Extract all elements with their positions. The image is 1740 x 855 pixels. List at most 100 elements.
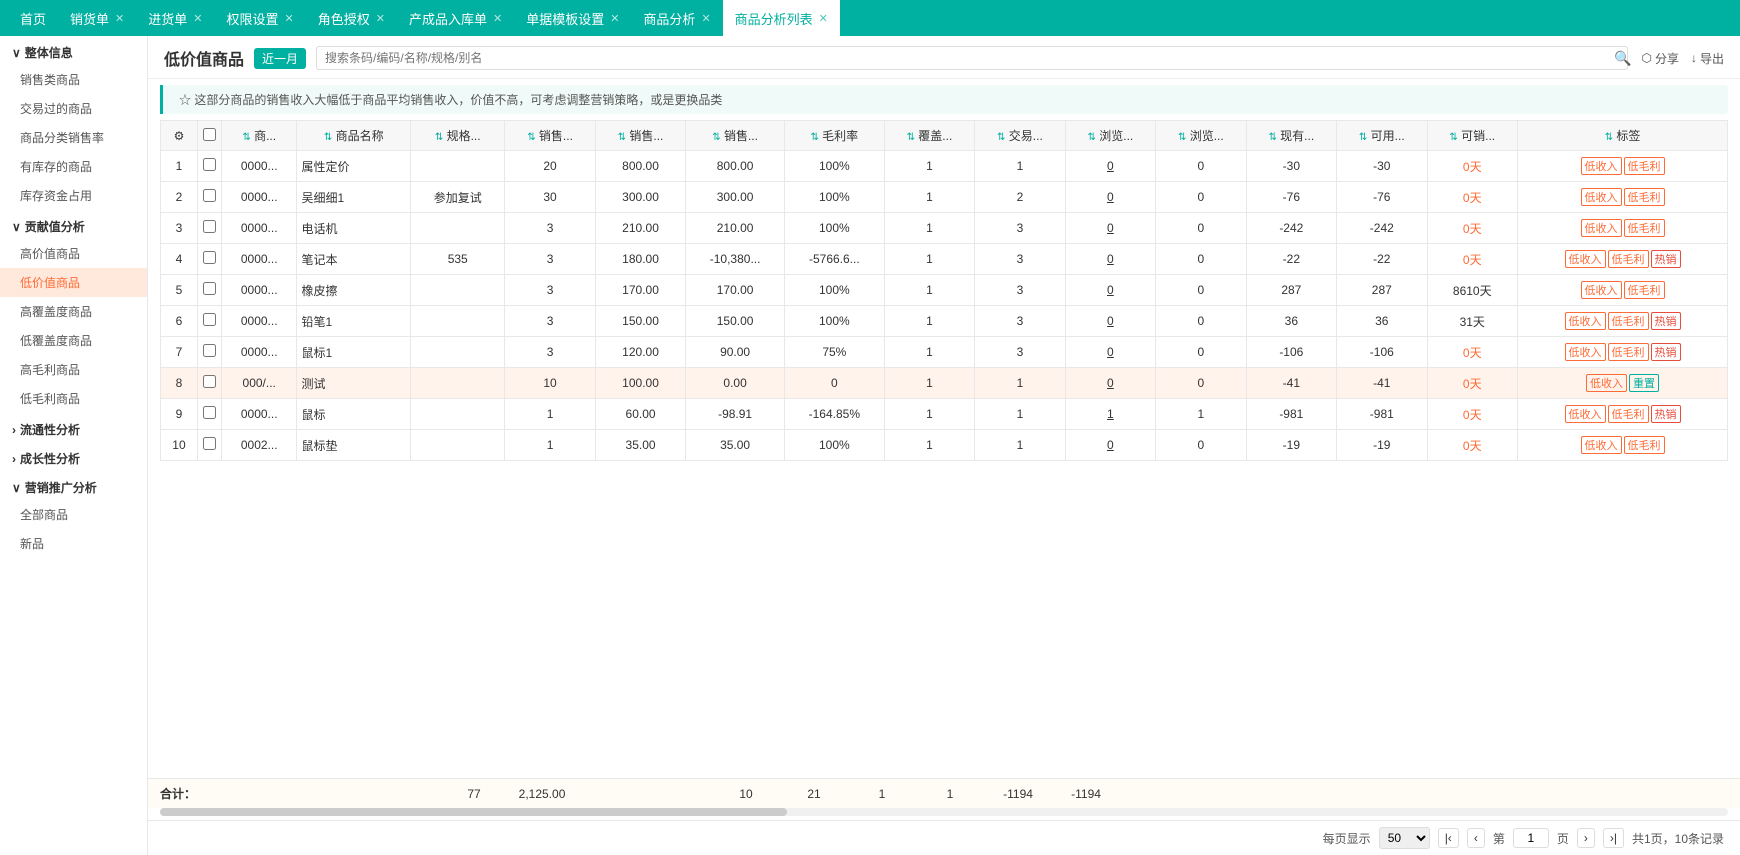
sidebar-group-marketing[interactable]: ∨ 营销推广分析 [0,471,147,500]
row-select[interactable] [203,220,216,233]
row-select[interactable] [203,158,216,171]
nav-purchase[interactable]: 进货单 ✕ [136,0,214,36]
row-checkbox[interactable] [197,244,221,275]
share-button[interactable]: ⬡ 分享 [1641,50,1679,67]
view-link[interactable]: 0 [1107,376,1114,390]
prev-page-button[interactable]: ‹ [1467,828,1485,848]
sidebar-item-low-value[interactable]: 低价值商品 [0,268,147,297]
first-page-button[interactable]: |‹ [1438,828,1459,848]
row-select[interactable] [203,282,216,295]
close-icon[interactable]: ✕ [376,12,385,25]
nav-home[interactable]: 首页 [8,0,58,36]
col-trade[interactable]: ⇅ 交易... [975,121,1065,151]
view-link[interactable]: 0 [1107,283,1114,297]
sidebar-group-overall[interactable]: ∨ 整体信息 [0,36,147,65]
col-code[interactable]: ⇅ 商... [221,121,297,151]
nav-roles[interactable]: 角色授权 ✕ [306,0,397,36]
next-page-button[interactable]: › [1577,828,1595,848]
row-view1[interactable]: 0 [1065,337,1155,368]
nav-sales[interactable]: 销货单 ✕ [58,0,136,36]
export-button[interactable]: ↓ 导出 [1691,50,1724,67]
date-filter-button[interactable]: 近一月 [254,48,306,69]
row-select[interactable] [203,375,216,388]
table-container[interactable]: ⚙ ⇅ 商... ⇅ 商品名称 ⇅ 规格... ⇅ 销售... ⇅ 销售... … [148,120,1740,778]
sidebar-item-high-coverage[interactable]: 高覆盖度商品 [0,297,147,326]
close-icon[interactable]: ✕ [701,12,710,25]
col-view2[interactable]: ⇅ 浏览... [1156,121,1246,151]
row-view1[interactable]: 0 [1065,182,1155,213]
sidebar-item-low-coverage[interactable]: 低覆盖度商品 [0,326,147,355]
view-link[interactable]: 0 [1107,190,1114,204]
sidebar-item-new-products[interactable]: 新品 [0,529,147,558]
row-checkbox[interactable] [197,399,221,430]
sidebar-item-category-rate[interactable]: 商品分类销售率 [0,123,147,152]
view-link[interactable]: 0 [1107,314,1114,328]
close-icon[interactable]: ✕ [285,12,294,25]
row-checkbox[interactable] [197,430,221,461]
sidebar-item-capital[interactable]: 库存资金占用 [0,181,147,210]
col-stock1[interactable]: ⇅ 现有... [1246,121,1336,151]
row-checkbox[interactable] [197,306,221,337]
row-select[interactable] [203,189,216,202]
sidebar-item-all-products[interactable]: 全部商品 [0,500,147,529]
row-view1[interactable]: 0 [1065,244,1155,275]
row-view1[interactable]: 1 [1065,399,1155,430]
view-link[interactable]: 0 [1107,159,1114,173]
row-view1[interactable]: 0 [1065,430,1155,461]
view-link[interactable]: 0 [1107,252,1114,266]
sidebar-group-circulation[interactable]: › 流通性分析 [0,413,147,442]
search-icon[interactable]: 🔍 [1614,50,1631,67]
row-select[interactable] [203,251,216,264]
page-input[interactable] [1513,828,1549,848]
last-page-button[interactable]: ›| [1603,828,1624,848]
row-checkbox[interactable] [197,337,221,368]
close-icon[interactable]: ✕ [115,12,124,25]
view-link[interactable]: 1 [1107,407,1114,421]
col-spec[interactable]: ⇅ 规格... [411,121,505,151]
row-checkbox[interactable] [197,368,221,399]
page-size-select[interactable]: 50 100 [1379,827,1430,849]
col-tags[interactable]: ⇅ 标签 [1518,121,1728,151]
row-view1[interactable]: 0 [1065,151,1155,182]
col-qty[interactable]: ⇅ 销售... [505,121,595,151]
col-gross[interactable]: ⇅ 毛利率 [784,121,884,151]
row-view1[interactable]: 0 [1065,368,1155,399]
sidebar-item-high-value[interactable]: 高价值商品 [0,239,147,268]
nav-template[interactable]: 单据模板设置 ✕ [514,0,631,36]
nav-permissions[interactable]: 权限设置 ✕ [214,0,305,36]
col-coverage[interactable]: ⇅ 覆盖... [884,121,974,151]
view-link[interactable]: 0 [1107,221,1114,235]
nav-analysis[interactable]: 商品分析 ✕ [631,0,722,36]
row-checkbox[interactable] [197,151,221,182]
scrollbar-thumb[interactable] [160,808,787,816]
col-sales1[interactable]: ⇅ 销售... [595,121,685,151]
row-checkbox[interactable] [197,213,221,244]
view-link[interactable]: 0 [1107,438,1114,452]
sidebar-group-growth[interactable]: › 成长性分析 [0,442,147,471]
row-checkbox[interactable] [197,275,221,306]
horizontal-scrollbar[interactable] [160,808,1728,816]
close-icon[interactable]: ✕ [610,12,619,25]
select-all-checkbox[interactable] [203,128,216,141]
view-link[interactable]: 0 [1107,345,1114,359]
close-icon[interactable]: ✕ [819,12,828,25]
col-settings[interactable]: ⚙ [161,121,198,151]
col-sales2[interactable]: ⇅ 销售... [686,121,785,151]
sidebar-item-low-margin[interactable]: 低毛利商品 [0,384,147,413]
nav-products-in[interactable]: 产成品入库单 ✕ [397,0,514,36]
row-select[interactable] [203,437,216,450]
col-stock2[interactable]: ⇅ 可用... [1337,121,1427,151]
row-select[interactable] [203,313,216,326]
col-name[interactable]: ⇅ 商品名称 [297,121,411,151]
close-icon[interactable]: ✕ [193,12,202,25]
row-checkbox[interactable] [197,182,221,213]
sidebar-item-high-margin[interactable]: 高毛利商品 [0,355,147,384]
search-input[interactable] [316,46,1628,70]
col-checkbox[interactable] [197,121,221,151]
sidebar-item-sales-products[interactable]: 销售类商品 [0,65,147,94]
sidebar-item-stock[interactable]: 有库存的商品 [0,152,147,181]
row-select[interactable] [203,344,216,357]
row-view1[interactable]: 0 [1065,213,1155,244]
nav-analysis-list[interactable]: 商品分析列表 ✕ [723,0,840,36]
row-view1[interactable]: 0 [1065,275,1155,306]
